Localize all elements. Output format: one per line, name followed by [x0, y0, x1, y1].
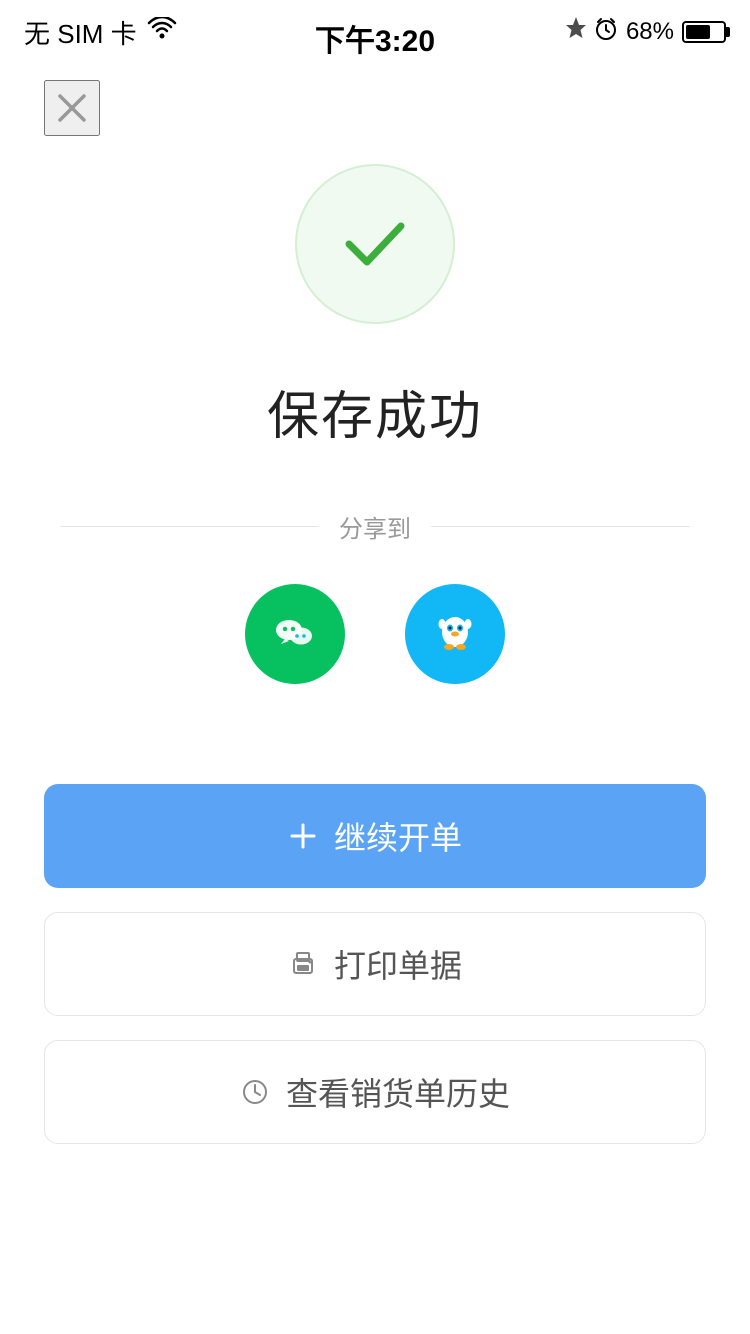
history-button[interactable]: 查看销货单历史	[44, 1040, 706, 1144]
divider-right	[431, 526, 690, 527]
share-section: 分享到	[0, 509, 750, 744]
sim-text: 无 SIM 卡	[24, 14, 137, 51]
wechat-share-button[interactable]	[245, 584, 345, 684]
main-content: 保存成功 分享到	[0, 64, 750, 1144]
wifi-icon	[147, 17, 177, 48]
close-icon	[54, 90, 90, 126]
location-icon	[566, 17, 586, 48]
history-label: 查看销货单历史	[286, 1069, 510, 1115]
status-bar: 无 SIM 卡 下午3:20 68	[0, 0, 750, 64]
success-title: 保存成功	[267, 374, 483, 449]
continue-button[interactable]: 继续开单	[44, 784, 706, 888]
status-right: 68%	[566, 17, 726, 48]
share-icons-row	[60, 584, 690, 684]
status-time: 下午3:20	[315, 16, 435, 60]
status-left: 无 SIM 卡	[24, 14, 177, 51]
actions-section: 继续开单 打印单据 查看销货单	[0, 784, 750, 1144]
print-button[interactable]: 打印单据	[44, 912, 706, 1016]
qq-share-button[interactable]	[405, 584, 505, 684]
battery-percent: 68%	[626, 18, 674, 46]
qq-icon	[427, 606, 483, 662]
continue-label: 继续开单	[334, 813, 462, 859]
clock-icon	[240, 1077, 270, 1107]
close-button[interactable]	[44, 80, 100, 136]
battery-icon	[682, 21, 726, 43]
divider-left	[60, 526, 319, 527]
share-label: 分享到	[339, 509, 411, 544]
plus-icon	[288, 821, 318, 851]
share-divider: 分享到	[60, 509, 690, 544]
success-circle	[295, 164, 455, 324]
print-icon	[288, 949, 318, 979]
wechat-icon	[267, 606, 323, 662]
print-label: 打印单据	[334, 941, 462, 987]
check-icon	[335, 202, 415, 287]
alarm-icon	[594, 17, 618, 48]
